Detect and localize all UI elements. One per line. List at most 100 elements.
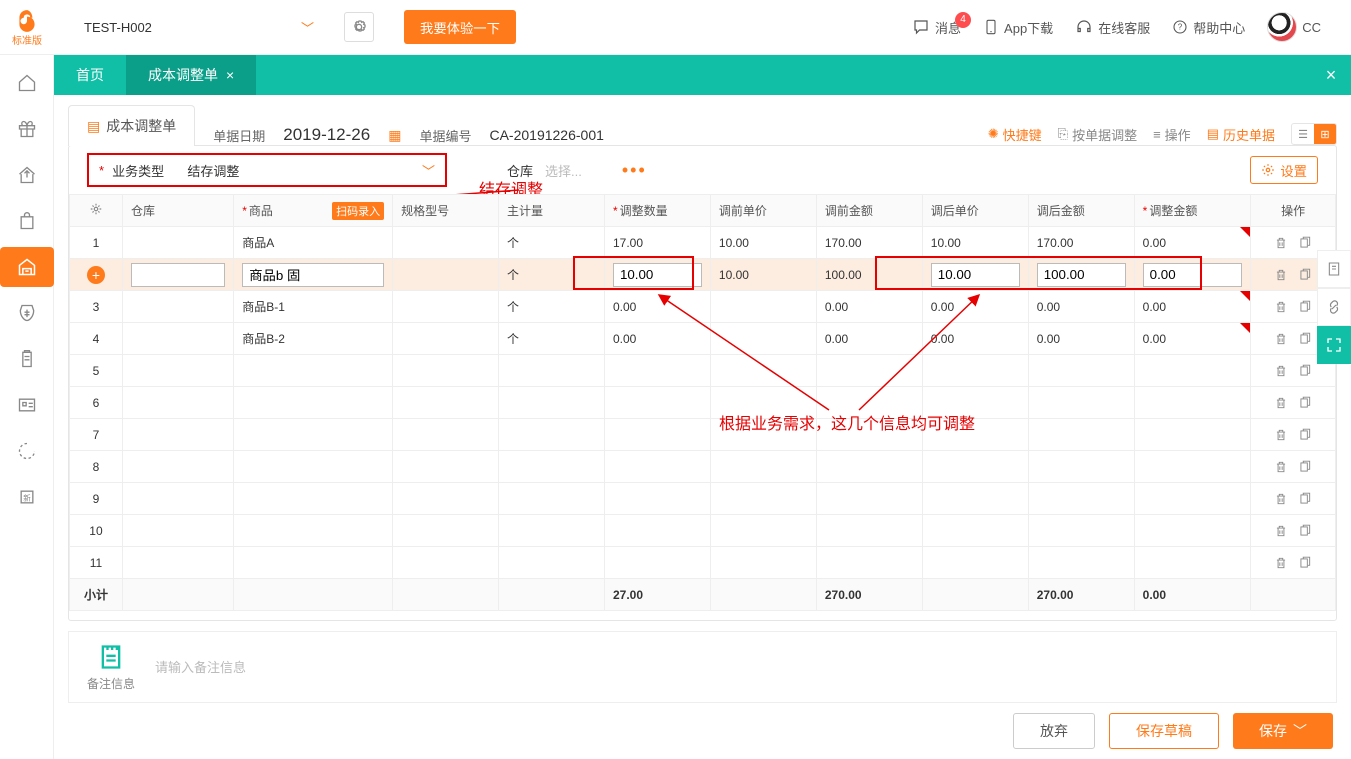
doc-icon: ▤ [87,118,100,135]
rail-money[interactable] [0,293,54,333]
table-row[interactable]: 11 [70,547,1336,579]
delete-icon[interactable] [1274,556,1288,570]
rail-expand-icon[interactable] [1317,326,1351,364]
rail-bag[interactable] [0,201,54,241]
rail-gift[interactable] [0,109,54,149]
more-icon[interactable]: ••• [622,160,647,181]
tab-cost-adjust[interactable]: 成本调整单 × [126,55,256,95]
col-qty[interactable]: 调整数量 [604,195,710,227]
col-op[interactable]: 操作 [1251,195,1336,227]
rail-clipboard[interactable] [0,339,54,379]
scan-button[interactable]: 扫码录入 [332,202,384,220]
add-row-icon[interactable]: + [87,266,105,284]
col-pre-amt[interactable]: 调前金额 [816,195,922,227]
table-row[interactable]: 6 [70,387,1336,419]
table-row[interactable]: 3 商品B-1 个 0.00 0.00 0.00 0.00 0.00 [70,291,1336,323]
save-draft-button[interactable]: 保存草稿 [1109,713,1219,749]
shortcut-link[interactable]: ✺ 快捷键 [988,125,1042,144]
col-post-amt[interactable]: 调后金额 [1028,195,1134,227]
delete-icon[interactable] [1274,524,1288,538]
delete-icon[interactable] [1274,364,1288,378]
rail-warehouse[interactable] [0,247,54,287]
delete-icon[interactable] [1274,428,1288,442]
messages-badge: 4 [955,12,971,28]
ops-link[interactable]: ≡ 操作 [1153,125,1191,144]
save-button[interactable]: 保存 ﹀ [1233,713,1333,749]
copy-icon[interactable] [1298,396,1312,410]
copy-icon[interactable] [1298,428,1312,442]
tab-home[interactable]: 首页 [54,55,126,95]
rail-new[interactable]: 新 [0,477,54,517]
table-row[interactable]: + 个 10.00 100.00 [70,259,1336,291]
delete-icon[interactable] [1274,268,1288,282]
col-adj-amt[interactable]: 调整金额 [1134,195,1251,227]
col-spec[interactable]: 规格型号 [393,195,499,227]
view-toggle[interactable]: ☰ ⊞ [1291,123,1337,145]
rail-sync[interactable] [0,431,54,471]
qty-input[interactable] [613,263,702,287]
rail-note-icon[interactable] [1317,250,1351,288]
copy-icon[interactable] [1298,364,1312,378]
online-service-button[interactable]: 在线客服 [1075,18,1150,37]
copy-icon[interactable] [1298,268,1312,282]
settings-button[interactable]: 设置 [1250,156,1318,184]
close-icon[interactable]: × [226,67,234,83]
view-grid-icon[interactable]: ⊞ [1314,124,1336,144]
close-all-tabs[interactable]: × [1311,55,1351,95]
delete-icon[interactable] [1274,332,1288,346]
col-warehouse[interactable]: 仓库 [122,195,233,227]
doc-date[interactable]: 2019-12-26 [283,125,370,145]
rail-upload[interactable] [0,155,54,195]
col-pre-price[interactable]: 调前单价 [710,195,816,227]
col-uom[interactable]: 主计量 [499,195,605,227]
notes-input[interactable] [153,659,1318,676]
table-row[interactable]: 4 商品B-2 个 0.00 0.00 0.00 0.00 0.00 [70,323,1336,355]
col-product[interactable]: 商品扫码录入 [234,195,393,227]
table-row[interactable]: 8 [70,451,1336,483]
user-menu[interactable]: CC [1267,12,1321,42]
table-row[interactable]: 9 [70,483,1336,515]
doc-tab[interactable]: ▤ 成本调整单 [68,105,195,146]
logo: 标准版 [0,0,54,55]
messages-button[interactable]: 消息 4 [912,18,961,37]
delete-icon[interactable] [1274,492,1288,506]
col-post-price[interactable]: 调后单价 [922,195,1028,227]
product-input[interactable] [242,263,384,287]
history-link[interactable]: ▤ 历史单据 [1207,125,1275,144]
copy-icon[interactable] [1298,236,1312,250]
rail-home[interactable] [0,63,54,103]
col-gear[interactable] [70,195,123,227]
biz-type-select[interactable]: *业务类型 结存调整 ﹀ [87,153,447,187]
delete-icon[interactable] [1274,396,1288,410]
discard-button[interactable]: 放弃 [1013,713,1095,749]
doc-header: ▤ 成本调整单 单据日期 2019-12-26 ▦ 单据编号 CA-201912… [68,95,1337,145]
copy-icon[interactable] [1298,492,1312,506]
app-download-button[interactable]: App下载 [983,18,1053,37]
warehouse-input[interactable] [131,263,225,287]
copy-icon[interactable] [1298,332,1312,346]
copy-icon[interactable] [1298,556,1312,570]
delete-icon[interactable] [1274,460,1288,474]
by-doc-link[interactable]: ⎘ 按单据调整 [1058,125,1137,144]
help-center-button[interactable]: ? 帮助中心 [1172,18,1245,37]
rail-link-icon[interactable] [1317,288,1351,326]
copy-icon[interactable] [1298,524,1312,538]
copy-icon[interactable] [1298,460,1312,474]
store-select[interactable]: TEST-H002 ﹀ [74,12,324,42]
table-row[interactable]: 7 [70,419,1336,451]
view-list-icon[interactable]: ☰ [1292,124,1314,144]
adj-amt-input[interactable] [1143,263,1243,287]
delete-icon[interactable] [1274,300,1288,314]
calendar-icon[interactable]: ▦ [388,127,401,144]
post-amt-input[interactable] [1037,263,1126,287]
table-row[interactable]: 1 商品A 个 17.00 10.00 170.00 10.00 170.00 … [70,227,1336,259]
experience-button[interactable]: 我要体验一下 [404,10,516,44]
table-row[interactable]: 10 [70,515,1336,547]
table-row[interactable]: 5 [70,355,1336,387]
store-settings-button[interactable] [344,12,374,42]
delete-icon[interactable] [1274,236,1288,250]
copy-icon[interactable] [1298,300,1312,314]
avatar [1267,12,1297,42]
rail-id[interactable] [0,385,54,425]
post-price-input[interactable] [931,263,1020,287]
